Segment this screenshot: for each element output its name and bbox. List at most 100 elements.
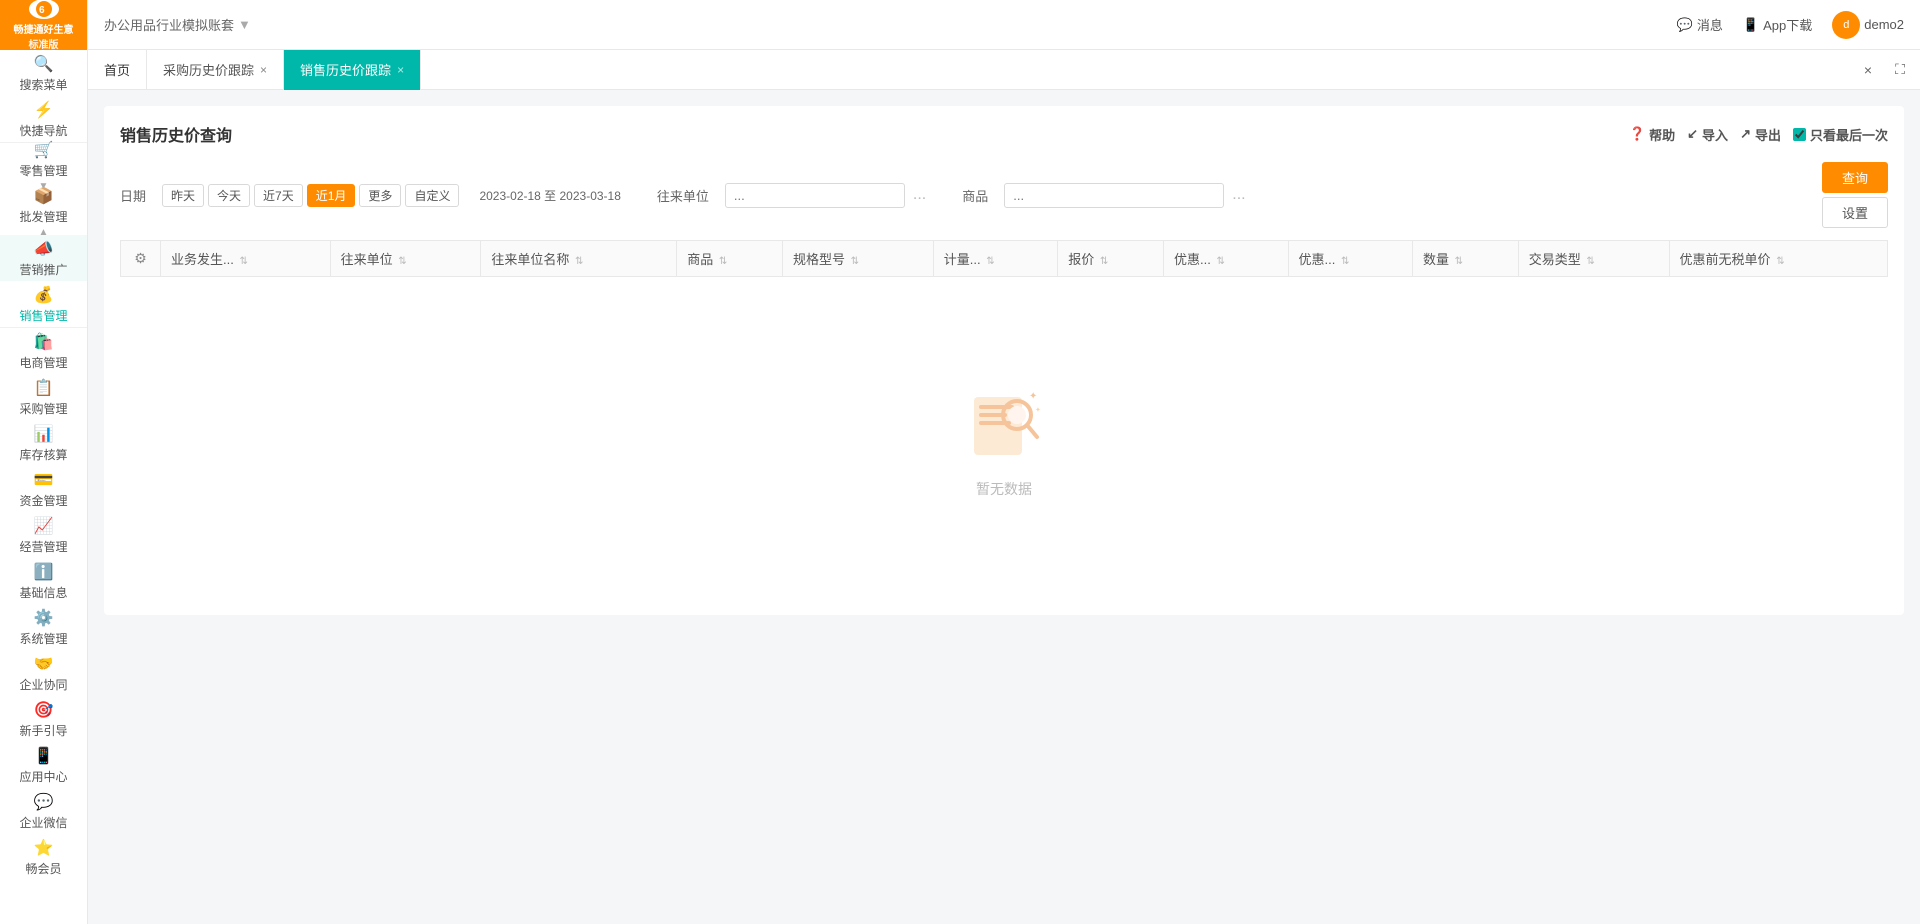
svg-text:✦: ✦	[1035, 406, 1041, 414]
col-spec[interactable]: 规格型号 ⇅	[782, 241, 933, 277]
sidebar-item-ecommerce[interactable]: 🛍️ 电商管理	[0, 328, 87, 374]
goods-dots-icon[interactable]: ...	[1232, 186, 1245, 204]
page-title-actions: ❓ 帮助 ↙ 导入 ↗ 导出 只看最后一次	[1629, 125, 1888, 144]
empty-cell: ✦ ✦ 暂无数据	[121, 277, 1888, 600]
app-download-button[interactable]: 📱 App下载	[1743, 15, 1812, 34]
user-menu[interactable]: d demo2	[1832, 11, 1904, 39]
col-quantity[interactable]: 数量 ⇅	[1413, 241, 1519, 277]
sidebar-item-finance[interactable]: 💳 资金管理	[0, 466, 87, 512]
fullscreen-button[interactable]: ⛶	[1888, 58, 1912, 82]
date-btn-7days[interactable]: 近7天	[254, 184, 303, 207]
sidebar-item-quick-nav[interactable]: ⚡ 快捷导航	[0, 96, 87, 142]
download-icon: 📱	[1743, 17, 1759, 33]
source-unit-input[interactable]	[725, 183, 905, 208]
col-pre-tax-price-label: 优惠前无税单价	[1680, 252, 1771, 267]
col-trade-type[interactable]: 交易类型 ⇅	[1518, 241, 1669, 277]
page-title-text: 销售历史价查询	[120, 122, 232, 146]
guide-icon: 🎯	[34, 700, 54, 720]
sidebar-item-retail-mgmt[interactable]: 🛒 零售管理 ▼	[0, 143, 87, 189]
empty-image: ✦ ✦	[959, 377, 1049, 467]
search-button[interactable]: 查询	[1822, 162, 1888, 193]
col-gear[interactable]: ⚙	[121, 241, 161, 277]
sidebar-item-operations[interactable]: 📈 经营管理	[0, 512, 87, 558]
sidebar-item-guide[interactable]: 🎯 新手引导	[0, 696, 87, 742]
export-label: 导出	[1755, 125, 1781, 144]
sidebar-item-app-center[interactable]: 📱 应用中心	[0, 742, 87, 788]
sidebar-item-inventory[interactable]: 📊 库存核算	[0, 420, 87, 466]
close-all-tabs-button[interactable]: ×	[1856, 58, 1880, 82]
date-btn-today[interactable]: 今天	[208, 184, 250, 207]
basic-info-icon: ℹ️	[34, 562, 54, 582]
sort-pre-tax-price-icon: ⇅	[1776, 256, 1784, 267]
tab-home[interactable]: 首页	[88, 50, 147, 90]
source-unit-dots-icon[interactable]: ...	[913, 186, 926, 204]
only-last-checkbox[interactable]: 只看最后一次	[1793, 125, 1888, 144]
empty-svg: ✦ ✦	[959, 377, 1049, 467]
sales-icon: 💰	[34, 285, 54, 305]
sidebar-label-retail: 零售管理	[19, 162, 67, 179]
tab-sales-close-icon[interactable]: ×	[397, 63, 404, 77]
col-pre-tax-price[interactable]: 优惠前无税单价 ⇅	[1669, 241, 1887, 277]
sidebar-item-search-menu[interactable]: 🔍 搜索菜单	[0, 50, 87, 96]
message-icon: 💬	[1677, 17, 1693, 33]
date-btn-custom[interactable]: 自定义	[405, 184, 459, 207]
date-btn-more[interactable]: 更多	[359, 184, 401, 207]
help-button[interactable]: ❓ 帮助	[1629, 125, 1675, 144]
tabbar: 首页 采购历史价跟踪 × 销售历史价跟踪 × × ⛶	[88, 50, 1920, 90]
col-partner-code[interactable]: 往来单位 ⇅	[330, 241, 481, 277]
col-goods[interactable]: 商品 ⇅	[677, 241, 783, 277]
empty-state: ✦ ✦ 暂无数据	[121, 277, 1888, 599]
settings-button[interactable]: 设置	[1822, 197, 1888, 228]
goods-input-group: ...	[1004, 183, 1245, 208]
only-last-input[interactable]	[1793, 128, 1806, 141]
sidebar-item-wholesale-mgmt[interactable]: 📦 批发管理 ▲	[0, 189, 87, 235]
gear-icon[interactable]: ⚙	[134, 250, 147, 266]
data-table: ⚙ 业务发生... ⇅ 往来单位 ⇅ 往来单位名称 ⇅	[120, 240, 1888, 599]
sidebar-item-marketing[interactable]: 📣 营销推广	[0, 235, 87, 281]
col-discount2[interactable]: 优惠... ⇅	[1288, 241, 1413, 277]
corp-wechat-icon: 💬	[34, 792, 54, 812]
tabbar-actions: × ⛶	[1856, 58, 1920, 82]
date-btn-yesterday[interactable]: 昨天	[162, 184, 204, 207]
sidebar-label-finance: 资金管理	[19, 492, 67, 509]
import-icon: ↙	[1687, 126, 1698, 142]
date-buttons: 昨天 今天 近7天 近1月 更多 自定义	[162, 184, 459, 207]
table-body: ✦ ✦ 暂无数据	[121, 277, 1888, 600]
account-label: 办公用品行业模拟账套	[104, 15, 234, 34]
sidebar-item-membership[interactable]: ⭐ 畅会员	[0, 834, 87, 880]
tab-home-label: 首页	[104, 60, 130, 79]
tab-purchase-history[interactable]: 采购历史价跟踪 ×	[147, 50, 284, 90]
export-button[interactable]: ↗ 导出	[1740, 125, 1781, 144]
account-dropdown[interactable]: 办公用品行业模拟账套 ▼	[104, 15, 251, 34]
col-biz-date[interactable]: 业务发生... ⇅	[161, 241, 331, 277]
goods-label: 商品	[962, 186, 988, 205]
svg-text:6: 6	[39, 5, 45, 16]
sidebar-label-ecommerce: 电商管理	[19, 354, 67, 371]
col-discount1[interactable]: 优惠... ⇅	[1164, 241, 1289, 277]
message-button[interactable]: 💬 消息	[1677, 15, 1723, 34]
sidebar-label-basic-info: 基础信息	[19, 584, 67, 601]
date-label: 日期	[120, 186, 146, 205]
col-quoted-price[interactable]: 报价 ⇅	[1058, 241, 1164, 277]
col-trade-type-label: 交易类型	[1529, 252, 1581, 267]
date-btn-1month[interactable]: 近1月	[307, 184, 356, 207]
tab-sales-history[interactable]: 销售历史价跟踪 ×	[284, 50, 421, 90]
sidebar-item-corp-wechat[interactable]: 💬 企业微信	[0, 788, 87, 834]
sidebar-item-enterprise[interactable]: 🤝 企业协同	[0, 650, 87, 696]
sidebar-label-marketing: 营销推广	[19, 261, 67, 278]
date-range-display: 2023-02-18 至 2023-03-18	[479, 187, 620, 204]
col-unit[interactable]: 计量... ⇅	[933, 241, 1058, 277]
sidebar-item-system[interactable]: ⚙️ 系统管理	[0, 604, 87, 650]
col-discount1-label: 优惠...	[1174, 252, 1211, 267]
only-last-label: 只看最后一次	[1810, 125, 1888, 144]
app-logo[interactable]: 6 畅捷通好生意 标准版	[0, 0, 87, 50]
app-center-icon: 📱	[34, 746, 54, 766]
tab-purchase-close-icon[interactable]: ×	[260, 63, 267, 77]
col-partner-name[interactable]: 往来单位名称 ⇅	[481, 241, 677, 277]
import-button[interactable]: ↙ 导入	[1687, 125, 1728, 144]
sidebar-item-purchase[interactable]: 📋 采购管理	[0, 374, 87, 420]
sidebar-item-basic-info[interactable]: ℹ️ 基础信息	[0, 558, 87, 604]
goods-input[interactable]	[1004, 183, 1224, 208]
sidebar-item-sales-mgmt[interactable]: 💰 销售管理	[0, 281, 87, 327]
svg-text:✦: ✦	[1029, 391, 1037, 402]
